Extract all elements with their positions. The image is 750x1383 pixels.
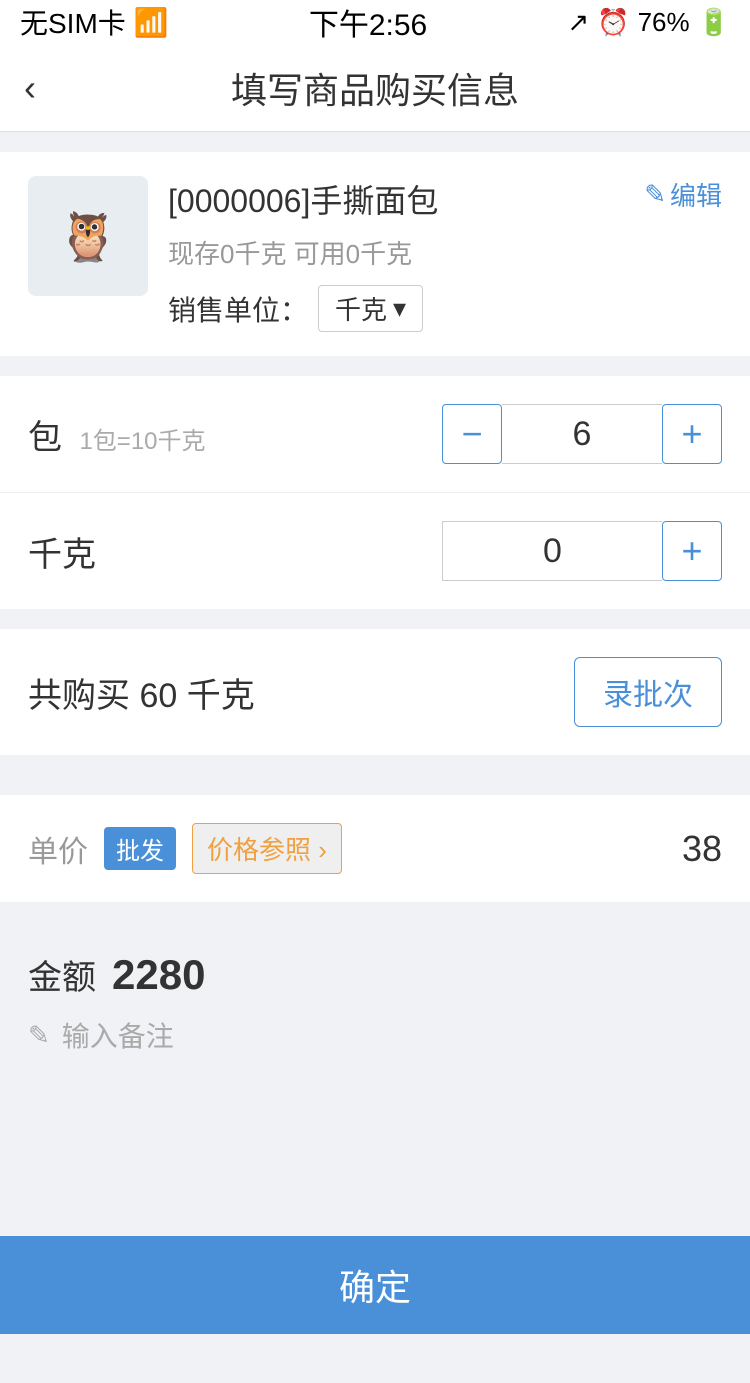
status-time: 下午2:56 xyxy=(309,0,427,44)
kg-quantity-control: + xyxy=(442,521,722,581)
kg-quantity-input[interactable] xyxy=(442,521,662,581)
page-title: 填写商品购买信息 xyxy=(231,62,519,114)
package-quantity-control: − + xyxy=(442,404,722,464)
amount-row: 金额 2280 xyxy=(28,950,722,999)
separator-2 xyxy=(0,755,750,775)
note-placeholder: 输入备注 xyxy=(62,1015,174,1055)
nav-bar: ‹ 填写商品购买信息 xyxy=(0,44,750,132)
unit-label: 销售单位： xyxy=(168,289,308,329)
status-left: 无SIM卡 📶 xyxy=(20,2,169,42)
edit-button[interactable]: ✎ 编辑 xyxy=(644,176,722,213)
alarm-icon: ⏰ xyxy=(597,7,629,38)
package-row: 包 1包=10千克 − + xyxy=(0,376,750,493)
package-hint: 1包=10千克 xyxy=(79,428,205,455)
note-row[interactable]: ✎ 输入备注 xyxy=(28,1015,722,1055)
status-bar: 无SIM卡 📶 下午2:56 ↗ ⏰ 76% 🔋 xyxy=(0,0,750,44)
input-section: 包 1包=10千克 − + 千克 + xyxy=(0,376,750,609)
package-quantity-input[interactable] xyxy=(502,404,662,464)
unit-value: 千克 xyxy=(335,290,387,327)
separator-3 xyxy=(0,902,750,922)
bottom-space xyxy=(0,1083,750,1383)
price-section: 单价 批发 价格参照 › 38 xyxy=(0,795,750,902)
package-minus-button[interactable]: − xyxy=(442,404,502,464)
amount-value: 2280 xyxy=(112,951,205,999)
confirm-button[interactable]: 确定 xyxy=(0,1236,750,1334)
amount-section: 金额 2280 ✎ 输入备注 xyxy=(0,922,750,1083)
total-label: 共购买 60 千克 xyxy=(28,668,255,717)
price-label: 单价 xyxy=(28,827,88,871)
product-name: [0000006]手撕面包 xyxy=(168,176,722,222)
back-button[interactable]: ‹ xyxy=(24,67,36,109)
kg-row: 千克 + xyxy=(0,493,750,609)
location-icon: ↗ xyxy=(567,7,589,38)
edit-icon: ✎ xyxy=(644,179,666,210)
pencil-icon: ✎ xyxy=(28,1020,50,1051)
kg-plus-button[interactable]: + xyxy=(662,521,722,581)
total-row: 共购买 60 千克 录批次 xyxy=(0,629,750,755)
battery-percent: 76% xyxy=(638,7,690,38)
price-tag-badge: 批发 xyxy=(104,827,176,870)
status-right: ↗ ⏰ 76% 🔋 xyxy=(567,7,730,38)
unit-select[interactable]: 千克 ▾ xyxy=(318,285,423,332)
carrier-label: 无SIM卡 xyxy=(20,2,126,42)
package-label: 包 1包=10千克 xyxy=(28,410,442,459)
batch-button[interactable]: 录批次 xyxy=(574,657,722,727)
price-value: 38 xyxy=(682,828,722,870)
battery-icon: 🔋 xyxy=(698,7,730,38)
product-stock: 现存0千克 可用0千克 xyxy=(168,234,722,271)
package-plus-button[interactable]: + xyxy=(662,404,722,464)
edit-label: 编辑 xyxy=(670,176,722,213)
product-info: [0000006]手撕面包 现存0千克 可用0千克 销售单位： 千克 ▾ xyxy=(168,176,722,332)
wifi-icon: 📶 xyxy=(134,6,169,39)
product-unit-row: 销售单位： 千克 ▾ xyxy=(168,285,722,332)
kg-label: 千克 xyxy=(28,527,442,576)
separator-1 xyxy=(0,356,750,376)
dropdown-icon: ▾ xyxy=(393,293,406,324)
amount-label: 金额 xyxy=(28,950,96,999)
product-image: 🦉 xyxy=(28,176,148,296)
product-logo-icon: 🦉 xyxy=(58,208,118,265)
product-card: 🦉 [0000006]手撕面包 现存0千克 可用0千克 销售单位： 千克 ▾ ✎… xyxy=(0,152,750,356)
price-reference-button[interactable]: 价格参照 › xyxy=(192,823,342,874)
